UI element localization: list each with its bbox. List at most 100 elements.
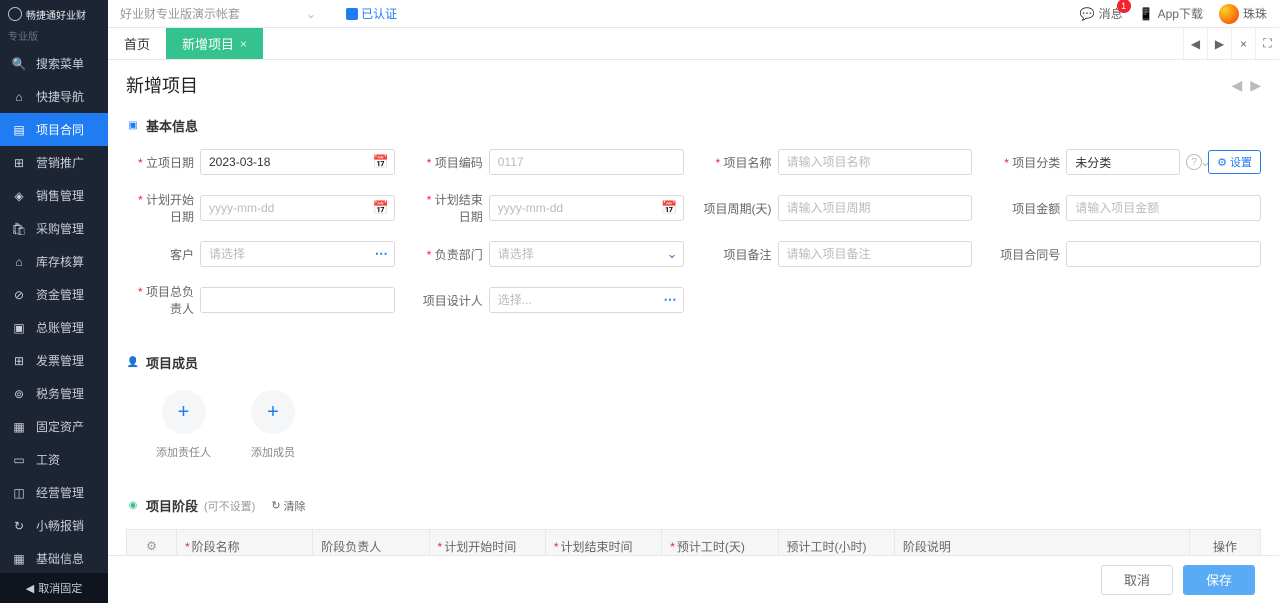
unpin-icon: ◀ bbox=[26, 582, 34, 595]
sidebar-item-basicinfo[interactable]: ▦基础信息 bbox=[0, 542, 108, 573]
purchase-icon: 🛍 bbox=[12, 222, 26, 236]
settings-button[interactable]: ⚙ 设置 bbox=[1208, 150, 1261, 174]
cert-badge: 已认证 bbox=[346, 5, 397, 22]
th-start: 计划开始时间 bbox=[438, 538, 517, 555]
shield-icon bbox=[346, 8, 358, 20]
clear-phases-button[interactable]: ↻ 清除 bbox=[271, 498, 305, 514]
sidebar-item-sales[interactable]: ◈ 销售管理 bbox=[0, 179, 108, 212]
sidebar-item-funds[interactable]: ⊘资金管理 bbox=[0, 278, 108, 311]
basicinfo-icon: ▦ bbox=[12, 552, 26, 566]
input-plan-start[interactable] bbox=[200, 195, 395, 221]
account-name: 好业财专业版演示帐套 bbox=[120, 5, 240, 22]
sidebar-item-assets[interactable]: ▦固定资产 bbox=[0, 410, 108, 443]
tabbar: 首页 新增项目 × ◀ ▶ × ⛶ bbox=[108, 28, 1279, 60]
sidebar-item-project-contract[interactable]: ▤项目合同 bbox=[0, 113, 108, 146]
save-button[interactable]: 保存 bbox=[1183, 565, 1255, 595]
picker-icon[interactable]: ⋯ bbox=[664, 292, 678, 308]
input-category[interactable] bbox=[1066, 149, 1180, 175]
sidebar-item-inventory[interactable]: ⌂库存核算 bbox=[0, 245, 108, 278]
input-code[interactable] bbox=[489, 149, 684, 175]
mobile-icon: 📱 bbox=[1139, 7, 1154, 21]
input-amount[interactable] bbox=[1066, 195, 1261, 221]
sidebar-item-operations[interactable]: ◫经营管理 bbox=[0, 476, 108, 509]
input-contract-no[interactable] bbox=[1066, 241, 1261, 267]
messages-label: 消息 bbox=[1099, 5, 1123, 22]
tab-label: 新增项目 bbox=[182, 34, 234, 53]
sidebar-item-label: 税务管理 bbox=[36, 385, 84, 402]
sidebar-item-label: 库存核算 bbox=[36, 253, 84, 270]
calendar-icon[interactable]: 📅 bbox=[373, 200, 389, 216]
refresh-icon: ↻ bbox=[271, 499, 280, 512]
message-icon: 💬 bbox=[1080, 7, 1095, 21]
sidebar-item-invoice[interactable]: ⊞发票管理 bbox=[0, 344, 108, 377]
content: 新增项目 ◀ ▶ ▣ 基本信息 立项日期 📅 bbox=[108, 60, 1279, 603]
picker-icon[interactable]: ⋯ bbox=[375, 246, 389, 262]
sidebar-item-label: 小畅报销 bbox=[36, 517, 84, 534]
input-designer[interactable] bbox=[489, 287, 684, 313]
th-end: 计划结束时间 bbox=[554, 538, 633, 555]
sidebar-item-label: 项目合同 bbox=[36, 121, 84, 138]
section-title: 基本信息 bbox=[146, 116, 198, 135]
plus-icon: + bbox=[162, 390, 206, 434]
add-owner-button[interactable]: + 添加责任人 bbox=[156, 390, 211, 460]
messages-button[interactable]: 💬 消息 bbox=[1080, 5, 1123, 22]
cancel-button[interactable]: 取消 bbox=[1101, 565, 1173, 595]
tab-next-button[interactable]: ▶ bbox=[1207, 28, 1231, 59]
input-owner[interactable] bbox=[200, 287, 395, 313]
sidebar-footer-label: 取消固定 bbox=[38, 580, 82, 596]
input-date-estab[interactable] bbox=[200, 149, 395, 175]
fullscreen-button[interactable]: ⛶ bbox=[1255, 28, 1279, 59]
sidebar-item-tax[interactable]: ⊚ 税务管理 bbox=[0, 377, 108, 410]
account-selector[interactable]: 好业财专业版演示帐套 ⌄ bbox=[120, 5, 316, 22]
sidebar-item-purchase[interactable]: 🛍采购管理 bbox=[0, 212, 108, 245]
input-customer[interactable] bbox=[200, 241, 395, 267]
plus-icon: + bbox=[251, 390, 295, 434]
sidebar-item-search[interactable]: 🔍搜索菜单 bbox=[0, 47, 108, 80]
record-next-button[interactable]: ▶ bbox=[1250, 77, 1261, 94]
th-days: 预计工时(天) bbox=[670, 538, 745, 555]
sales-icon: ◈ bbox=[12, 189, 26, 203]
sidebar-item-ledger[interactable]: ▣总账管理 bbox=[0, 311, 108, 344]
ledger-icon: ▣ bbox=[12, 321, 26, 335]
app-download-button[interactable]: 📱 App下载 bbox=[1139, 5, 1203, 22]
section-title: 项目阶段 bbox=[146, 496, 198, 515]
input-dept[interactable] bbox=[489, 241, 684, 267]
section-members: 👤 项目成员 + 添加责任人 + 添加成员 bbox=[126, 345, 1261, 470]
search-icon: 🔍 bbox=[12, 57, 26, 71]
sidebar-item-salary[interactable]: ▭ 工资 bbox=[0, 443, 108, 476]
user-name: 珠珠 bbox=[1243, 5, 1267, 22]
sidebar-item-label: 销售管理 bbox=[36, 187, 84, 204]
sidebar-item-label: 固定资产 bbox=[36, 418, 84, 435]
calendar-icon[interactable]: 📅 bbox=[373, 154, 389, 170]
sidebar-item-label: 营销推广 bbox=[36, 154, 84, 171]
topbar: 好业财专业版演示帐套 ⌄ 已认证 💬 消息 📱 App下载 珠珠 bbox=[108, 0, 1279, 28]
sidebar-item-label: 资金管理 bbox=[36, 286, 84, 303]
th-op: 操作 bbox=[1213, 538, 1237, 555]
sidebar-item-label: 工资 bbox=[36, 451, 60, 468]
close-tab-icon[interactable]: × bbox=[240, 37, 247, 51]
input-period[interactable] bbox=[778, 195, 973, 221]
marketing-icon: ⊞ bbox=[12, 156, 26, 170]
input-remark[interactable] bbox=[778, 241, 973, 267]
chevron-down-icon[interactable]: ⌄ bbox=[667, 246, 678, 262]
input-plan-end[interactable] bbox=[489, 195, 684, 221]
input-name[interactable] bbox=[778, 149, 973, 175]
add-member-button[interactable]: + 添加成员 bbox=[251, 390, 295, 460]
gear-icon[interactable]: ⚙ bbox=[146, 539, 157, 553]
tab-new-project[interactable]: 新增项目 × bbox=[166, 28, 263, 59]
tab-home[interactable]: 首页 bbox=[108, 28, 166, 59]
sidebar-item-quicknav[interactable]: ⌂快捷导航 bbox=[0, 80, 108, 113]
main-area: 好业财专业版演示帐套 ⌄ 已认证 💬 消息 📱 App下载 珠珠 bbox=[108, 0, 1279, 603]
sidebar-item-marketing[interactable]: ⊞ 营销推广 bbox=[0, 146, 108, 179]
tab-close-all-button[interactable]: × bbox=[1231, 28, 1255, 59]
user-menu[interactable]: 珠珠 bbox=[1219, 4, 1267, 24]
sidebar-item-reimburse[interactable]: ↻小畅报销 bbox=[0, 509, 108, 542]
tab-prev-button[interactable]: ◀ bbox=[1183, 28, 1207, 59]
salary-icon: ▭ bbox=[12, 453, 26, 467]
record-prev-button[interactable]: ◀ bbox=[1231, 77, 1242, 94]
calendar-icon[interactable]: 📅 bbox=[661, 200, 677, 216]
tax-icon: ⊚ bbox=[12, 387, 26, 401]
label-amount: 项目金额 bbox=[992, 200, 1066, 217]
chevron-down-icon[interactable]: ⌄ bbox=[1200, 154, 1211, 170]
sidebar-unpin-button[interactable]: ◀ 取消固定 bbox=[0, 573, 108, 603]
